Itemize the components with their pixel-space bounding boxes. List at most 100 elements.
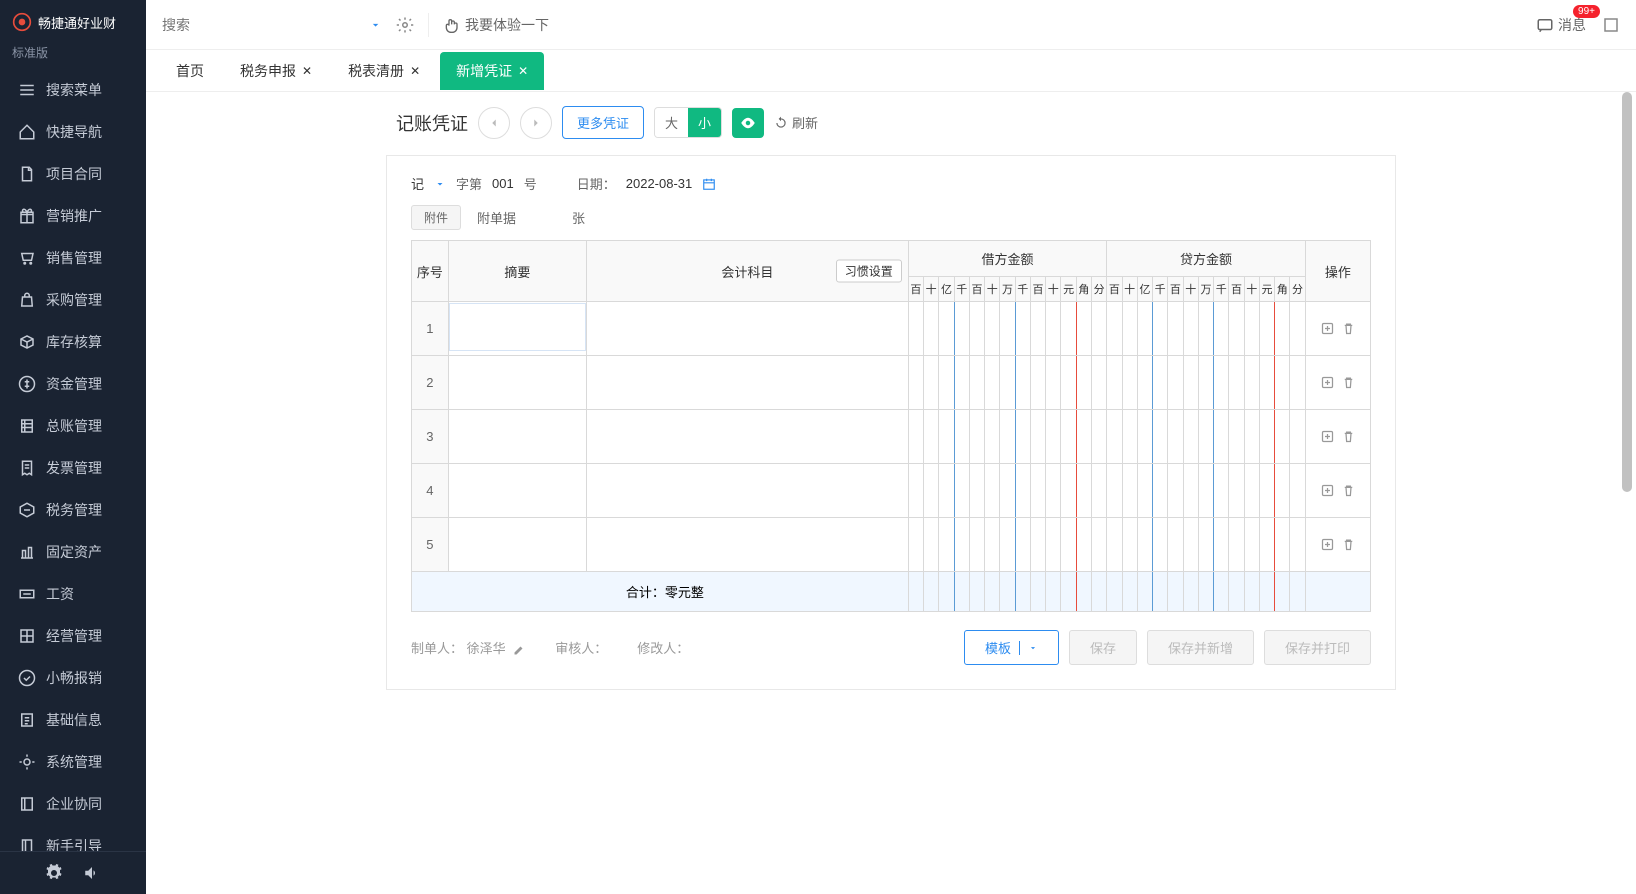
digit-cell[interactable] [985,410,1000,464]
digit-cell[interactable] [1030,302,1045,356]
digit-cell[interactable] [1229,356,1244,410]
digit-cell[interactable] [954,464,969,518]
digit-cell[interactable] [954,518,969,572]
digit-cell[interactable] [1229,302,1244,356]
sidebar-item-1[interactable]: 快捷导航 [0,111,146,153]
digit-cell[interactable] [954,302,969,356]
digit-cell[interactable] [1183,302,1198,356]
digit-cell[interactable] [1030,464,1045,518]
account-cell[interactable] [587,410,909,464]
sidebar-item-12[interactable]: 工资 [0,573,146,615]
sidebar-item-14[interactable]: 小畅报销 [0,657,146,699]
chevron-down-icon[interactable] [434,178,446,190]
digit-cell[interactable] [1046,356,1061,410]
search-input[interactable] [162,17,369,33]
digit-cell[interactable] [1000,572,1015,612]
digit-cell[interactable] [1259,410,1274,464]
digit-cell[interactable] [1290,572,1305,612]
digit-cell[interactable] [1214,302,1229,356]
digit-cell[interactable] [1275,572,1290,612]
view-button[interactable] [732,108,764,138]
sidebar-item-5[interactable]: 采购管理 [0,279,146,321]
digit-cell[interactable] [1259,464,1274,518]
voucher-type[interactable]: 记 [411,174,424,193]
digit-cell[interactable] [1061,302,1076,356]
digit-cell[interactable] [1061,410,1076,464]
digit-cell[interactable] [1076,464,1091,518]
sidebar-item-4[interactable]: 销售管理 [0,237,146,279]
digit-cell[interactable] [1168,302,1183,356]
digit-cell[interactable] [1275,410,1290,464]
digit-cell[interactable] [1030,410,1045,464]
digit-cell[interactable] [1153,302,1168,356]
digit-cell[interactable] [1153,572,1168,612]
digit-cell[interactable] [1061,464,1076,518]
size-small-button[interactable]: 小 [688,108,721,137]
digit-cell[interactable] [1168,572,1183,612]
digit-cell[interactable] [1107,356,1122,410]
digit-cell[interactable] [1229,518,1244,572]
digit-cell[interactable] [1183,410,1198,464]
digit-cell[interactable] [1168,410,1183,464]
template-button[interactable]: 模板 [964,630,1059,665]
add-row-icon[interactable] [1320,537,1335,552]
digit-cell[interactable] [1091,410,1106,464]
digit-cell[interactable] [1015,302,1030,356]
account-cell[interactable] [587,464,909,518]
digit-cell[interactable] [1091,302,1106,356]
digit-cell[interactable] [1107,518,1122,572]
prev-button[interactable] [478,107,510,139]
gear-icon[interactable] [45,864,63,882]
tab-0[interactable]: 首页 [160,52,220,90]
digit-cell[interactable] [1229,410,1244,464]
close-icon[interactable]: ✕ [410,64,420,78]
digit-cell[interactable] [1259,356,1274,410]
sound-icon[interactable] [83,864,101,882]
digit-cell[interactable] [1107,410,1122,464]
digit-cell[interactable] [1107,302,1122,356]
digit-cell[interactable] [1259,518,1274,572]
digit-cell[interactable] [1198,356,1213,410]
digit-cell[interactable] [1168,356,1183,410]
digit-cell[interactable] [1153,518,1168,572]
digit-cell[interactable] [1259,572,1274,612]
digit-cell[interactable] [1214,464,1229,518]
digit-cell[interactable] [1091,464,1106,518]
digit-cell[interactable] [1046,464,1061,518]
close-icon[interactable]: ✕ [302,64,312,78]
edit-icon[interactable] [513,644,525,656]
digit-cell[interactable] [908,356,923,410]
digit-cell[interactable] [1183,464,1198,518]
scrollbar[interactable] [1620,92,1634,894]
save-new-button[interactable]: 保存并新增 [1147,630,1254,665]
digit-cell[interactable] [924,410,939,464]
digit-cell[interactable] [969,464,984,518]
digit-cell[interactable] [1214,572,1229,612]
refresh-button[interactable]: 刷新 [774,113,818,132]
digit-cell[interactable] [924,572,939,612]
digit-cell[interactable] [924,464,939,518]
digit-cell[interactable] [985,572,1000,612]
sidebar-item-2[interactable]: 项目合同 [0,153,146,195]
digit-cell[interactable] [939,302,954,356]
digit-cell[interactable] [1244,410,1259,464]
digit-cell[interactable] [1168,464,1183,518]
digit-cell[interactable] [924,356,939,410]
digit-cell[interactable] [1061,572,1076,612]
habit-settings-button[interactable]: 习惯设置 [836,260,902,283]
digit-cell[interactable] [1198,572,1213,612]
digit-cell[interactable] [908,302,923,356]
digit-cell[interactable] [1076,518,1091,572]
calendar-icon[interactable] [702,177,716,191]
digit-cell[interactable] [985,464,1000,518]
digit-cell[interactable] [1122,518,1137,572]
sidebar-item-10[interactable]: 税务管理 [0,489,146,531]
digit-cell[interactable] [1290,518,1305,572]
digit-cell[interactable] [1214,356,1229,410]
next-button[interactable] [520,107,552,139]
digit-cell[interactable] [954,410,969,464]
digit-cell[interactable] [1290,356,1305,410]
sidebar-item-3[interactable]: 营销推广 [0,195,146,237]
digit-cell[interactable] [1015,572,1030,612]
summary-cell[interactable] [448,518,586,572]
